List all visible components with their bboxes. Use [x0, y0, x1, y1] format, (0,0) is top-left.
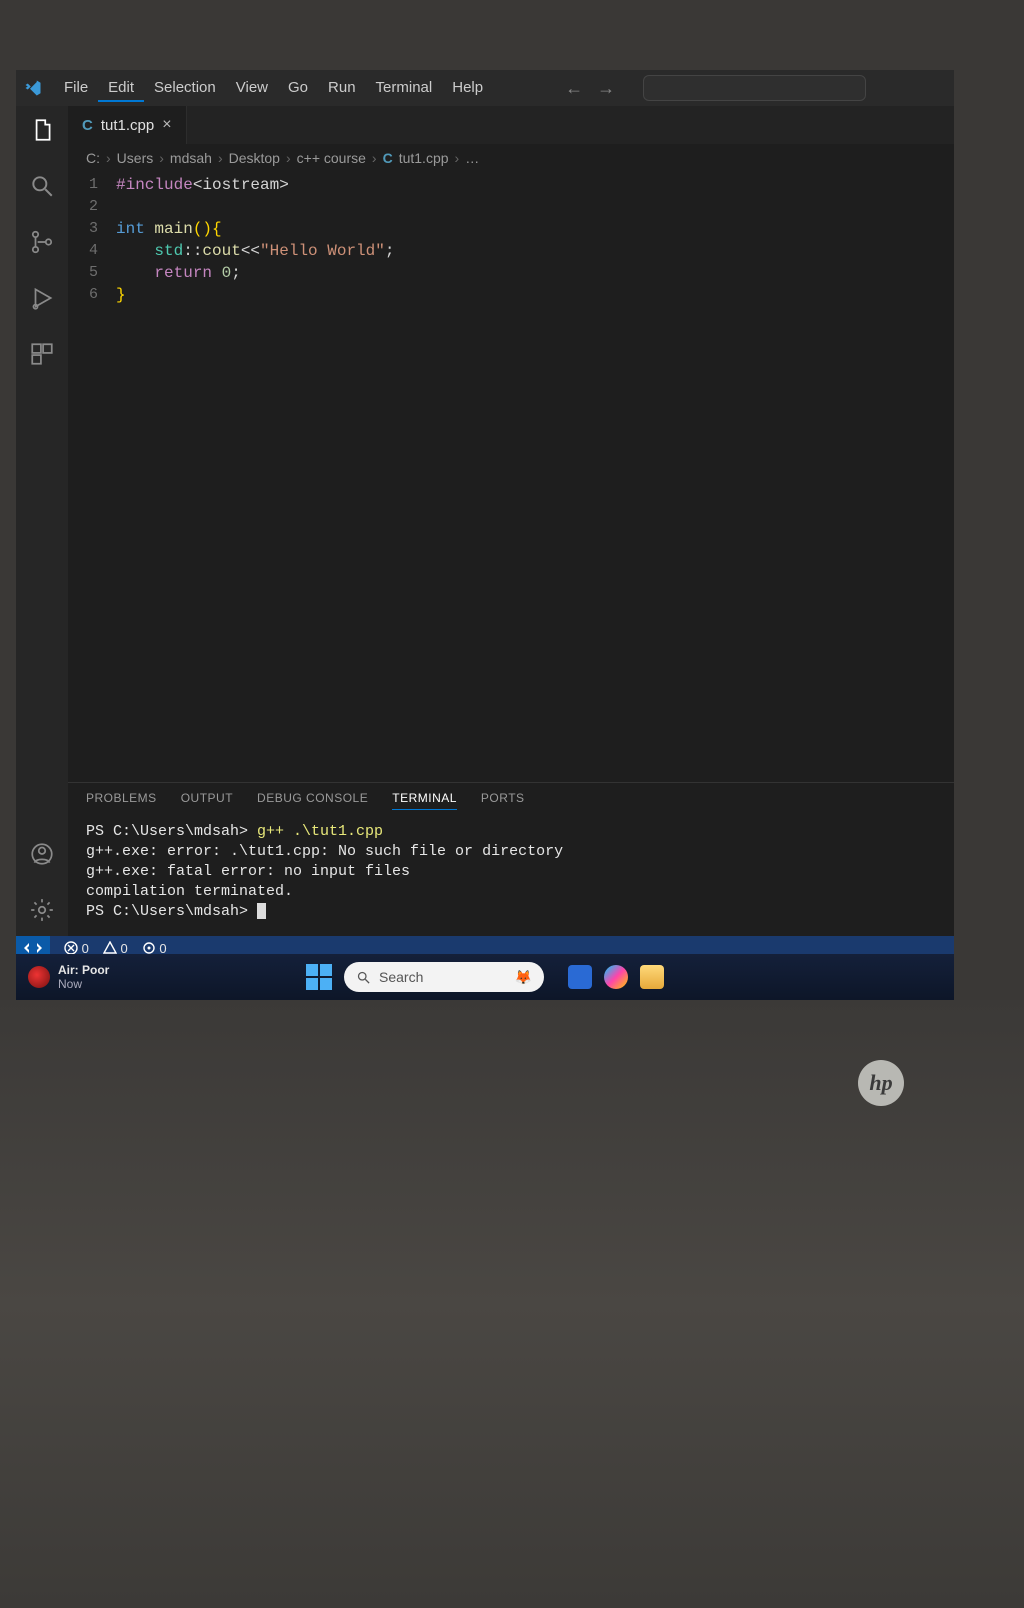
breadcrumb-file: tut1.cpp: [399, 150, 449, 166]
menu-run[interactable]: Run: [318, 75, 366, 102]
breadcrumb-segment[interactable]: c++ course: [297, 150, 366, 166]
nav-arrows: ← →: [565, 78, 615, 99]
line-gutter: 123456: [68, 172, 116, 782]
line-number: 3: [68, 218, 98, 240]
weather-title: Air: Poor: [58, 963, 109, 977]
bottom-panel: PROBLEMS OUTPUT DEBUG CONSOLE TERMINAL PORTS…: [68, 782, 954, 936]
nav-forward-icon[interactable]: →: [597, 78, 615, 99]
laptop-frame: FileEditSelectionViewGoRunTerminalHelp ←…: [0, 0, 1024, 1608]
editor-tab-tut1[interactable]: C tut1.cpp ×: [68, 106, 187, 144]
panel-tab-output[interactable]: OUTPUT: [181, 791, 233, 810]
activity-bar: [16, 106, 68, 936]
taskbar-explorer-icon[interactable]: [640, 965, 664, 989]
explorer-icon[interactable]: [28, 116, 56, 144]
terminal-cursor: [257, 903, 266, 919]
start-button[interactable]: [306, 964, 332, 990]
breadcrumb-segment[interactable]: Desktop: [229, 150, 280, 166]
menu-view[interactable]: View: [226, 75, 278, 102]
menu-help[interactable]: Help: [442, 75, 493, 102]
panel-tab-problems[interactable]: PROBLEMS: [86, 791, 157, 810]
extensions-icon[interactable]: [28, 340, 56, 368]
breadcrumb-segment[interactable]: mdsah: [170, 150, 212, 166]
menu-selection[interactable]: Selection: [144, 75, 226, 102]
editor-column: C tut1.cpp × C: › Users › mdsah › Desktop › c++ …: [68, 106, 954, 936]
line-number: 1: [68, 174, 98, 196]
line-number: 2: [68, 196, 98, 218]
editor-tabs: C tut1.cpp ×: [68, 106, 954, 144]
menu-bar: FileEditSelectionViewGoRunTerminalHelp ←…: [16, 70, 954, 106]
terminal-output[interactable]: PS C:\Users\mdsah> g++ .\tut1.cpp g++.ex…: [68, 816, 954, 936]
panel-tab-ports[interactable]: PORTS: [481, 791, 525, 810]
panel-tab-terminal[interactable]: TERMINAL: [392, 791, 457, 810]
source-control-icon[interactable]: [28, 228, 56, 256]
taskbar-app-icon[interactable]: [568, 965, 592, 989]
chevron-right-icon: ›: [218, 150, 223, 166]
breadcrumb-segment[interactable]: C:: [86, 150, 100, 166]
vscode-window: FileEditSelectionViewGoRunTerminalHelp ←…: [16, 70, 954, 960]
chevron-right-icon: ›: [455, 150, 460, 166]
breadcrumb-trailing: …: [465, 150, 479, 166]
tab-close-icon[interactable]: ×: [162, 116, 171, 134]
search-icon[interactable]: [28, 172, 56, 200]
hp-logo-icon: hp: [858, 1060, 904, 1106]
run-debug-icon[interactable]: [28, 284, 56, 312]
weather-icon: [28, 966, 50, 988]
code-content[interactable]: #include<iostream> int main(){ std::cout…: [116, 172, 954, 782]
taskbar-weather[interactable]: Air: Poor Now: [28, 963, 109, 991]
cpp-file-icon: C: [383, 150, 393, 166]
menu-file[interactable]: File: [54, 75, 98, 102]
taskbar-copilot-icon[interactable]: [604, 965, 628, 989]
chevron-right-icon: ›: [106, 150, 111, 166]
panel-tabs: PROBLEMS OUTPUT DEBUG CONSOLE TERMINAL PORTS: [68, 783, 954, 816]
chevron-right-icon: ›: [159, 150, 164, 166]
cpp-file-icon: C: [82, 117, 93, 134]
nav-back-icon[interactable]: ←: [565, 78, 583, 99]
windows-taskbar: Air: Poor Now Search 🦊: [16, 954, 954, 1000]
menu-edit[interactable]: Edit: [98, 75, 144, 102]
taskbar-search[interactable]: Search 🦊: [344, 962, 544, 992]
chevron-right-icon: ›: [372, 150, 377, 166]
breadcrumb[interactable]: C: › Users › mdsah › Desktop › c++ course › C tut…: [68, 144, 954, 172]
search-illustration-icon: 🦊: [515, 969, 532, 986]
menu-terminal[interactable]: Terminal: [366, 75, 443, 102]
breadcrumb-segment[interactable]: Users: [117, 150, 154, 166]
taskbar-pinned-apps: [568, 965, 664, 989]
account-icon[interactable]: [28, 840, 56, 868]
tab-filename: tut1.cpp: [101, 117, 154, 134]
code-editor[interactable]: 123456 #include<iostream> int main(){ st…: [68, 172, 954, 782]
taskbar-search-placeholder: Search: [379, 969, 423, 985]
settings-gear-icon[interactable]: [28, 896, 56, 924]
weather-subtitle: Now: [58, 977, 109, 991]
command-center-search[interactable]: [643, 75, 866, 101]
line-number: 4: [68, 240, 98, 262]
menu-go[interactable]: Go: [278, 75, 318, 102]
chevron-right-icon: ›: [286, 150, 291, 166]
line-number: 5: [68, 262, 98, 284]
line-number: 6: [68, 284, 98, 306]
vscode-logo-icon: [24, 79, 42, 97]
panel-tab-debug-console[interactable]: DEBUG CONSOLE: [257, 791, 368, 810]
